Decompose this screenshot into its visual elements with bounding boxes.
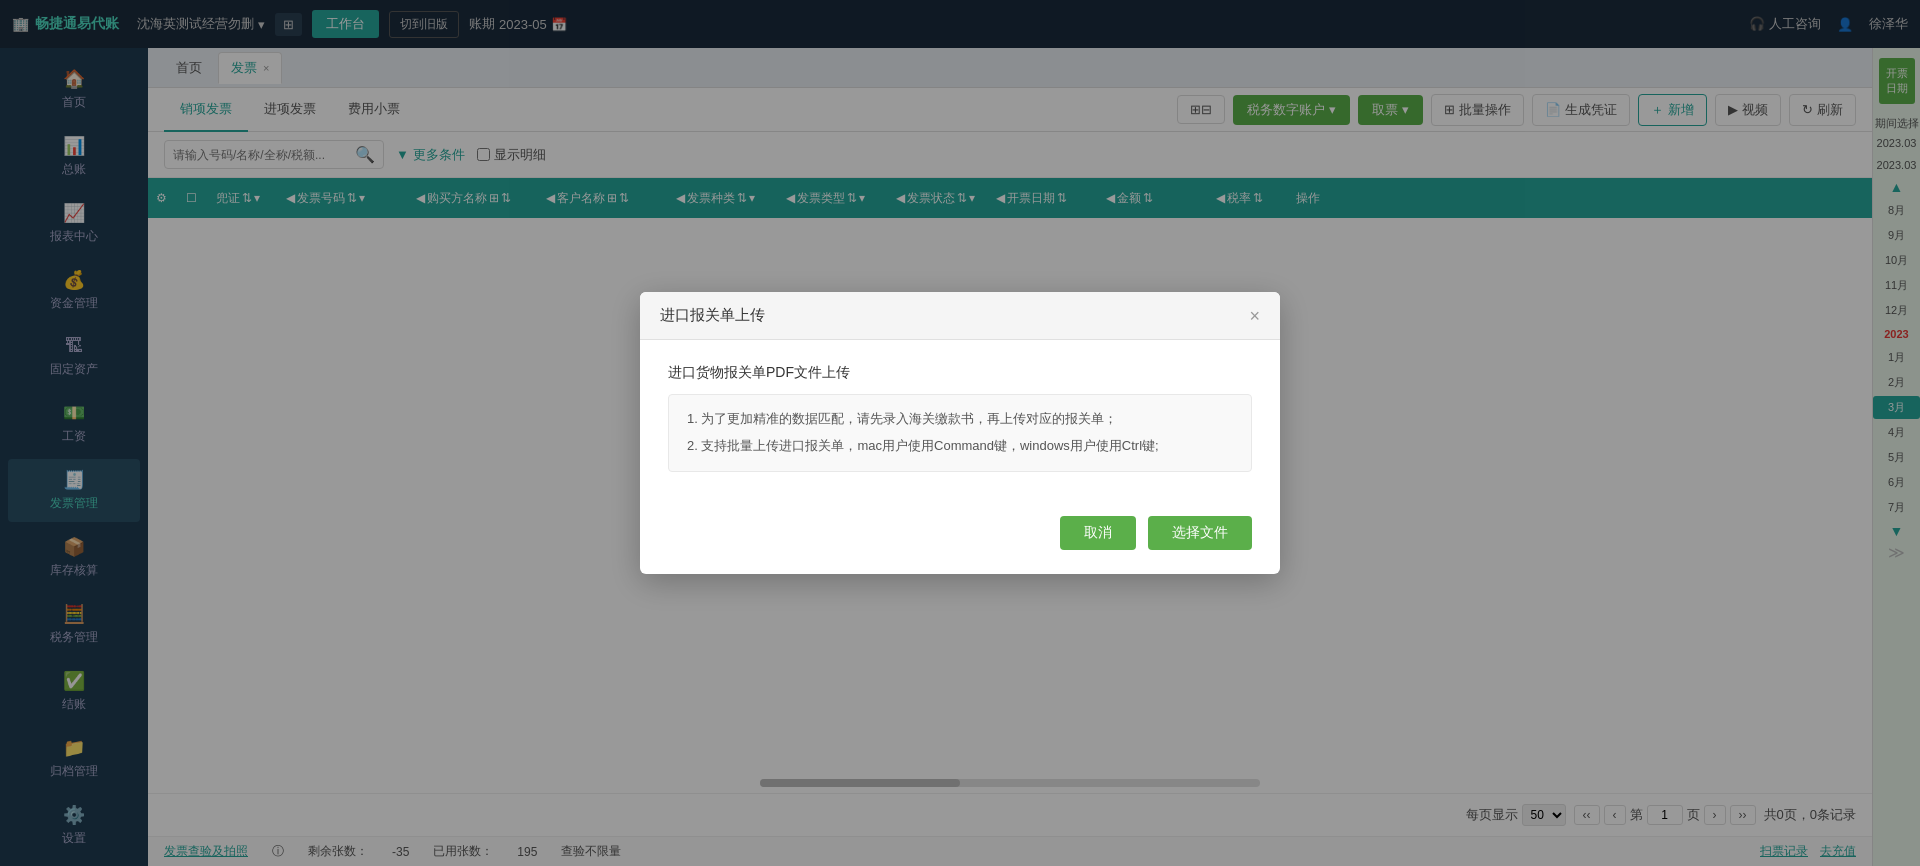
modal-info-box: 1. 为了更加精准的数据匹配，请先录入海关缴款书，再上传对应的报关单； 2. 支… <box>668 394 1252 472</box>
modal-body: 进口货物报关单PDF文件上传 1. 为了更加精准的数据匹配，请先录入海关缴款书，… <box>640 340 1280 516</box>
select-file-button[interactable]: 选择文件 <box>1148 516 1252 550</box>
modal-footer: 取消 选择文件 <box>640 516 1280 574</box>
import-modal: 进口报关单上传 × 进口货物报关单PDF文件上传 1. 为了更加精准的数据匹配，… <box>640 292 1280 574</box>
cancel-modal-button[interactable]: 取消 <box>1060 516 1136 550</box>
modal-info-item-2: 2. 支持批量上传进口报关单，mac用户使用Command键，windows用户… <box>687 436 1233 457</box>
modal-close-button[interactable]: × <box>1249 307 1260 325</box>
modal-info-item-1: 1. 为了更加精准的数据匹配，请先录入海关缴款书，再上传对应的报关单； <box>687 409 1233 430</box>
modal-header: 进口报关单上传 × <box>640 292 1280 340</box>
modal-overlay: 进口报关单上传 × 进口货物报关单PDF文件上传 1. 为了更加精准的数据匹配，… <box>0 0 1920 866</box>
modal-title: 进口报关单上传 <box>660 306 765 325</box>
modal-section-title: 进口货物报关单PDF文件上传 <box>668 364 1252 382</box>
